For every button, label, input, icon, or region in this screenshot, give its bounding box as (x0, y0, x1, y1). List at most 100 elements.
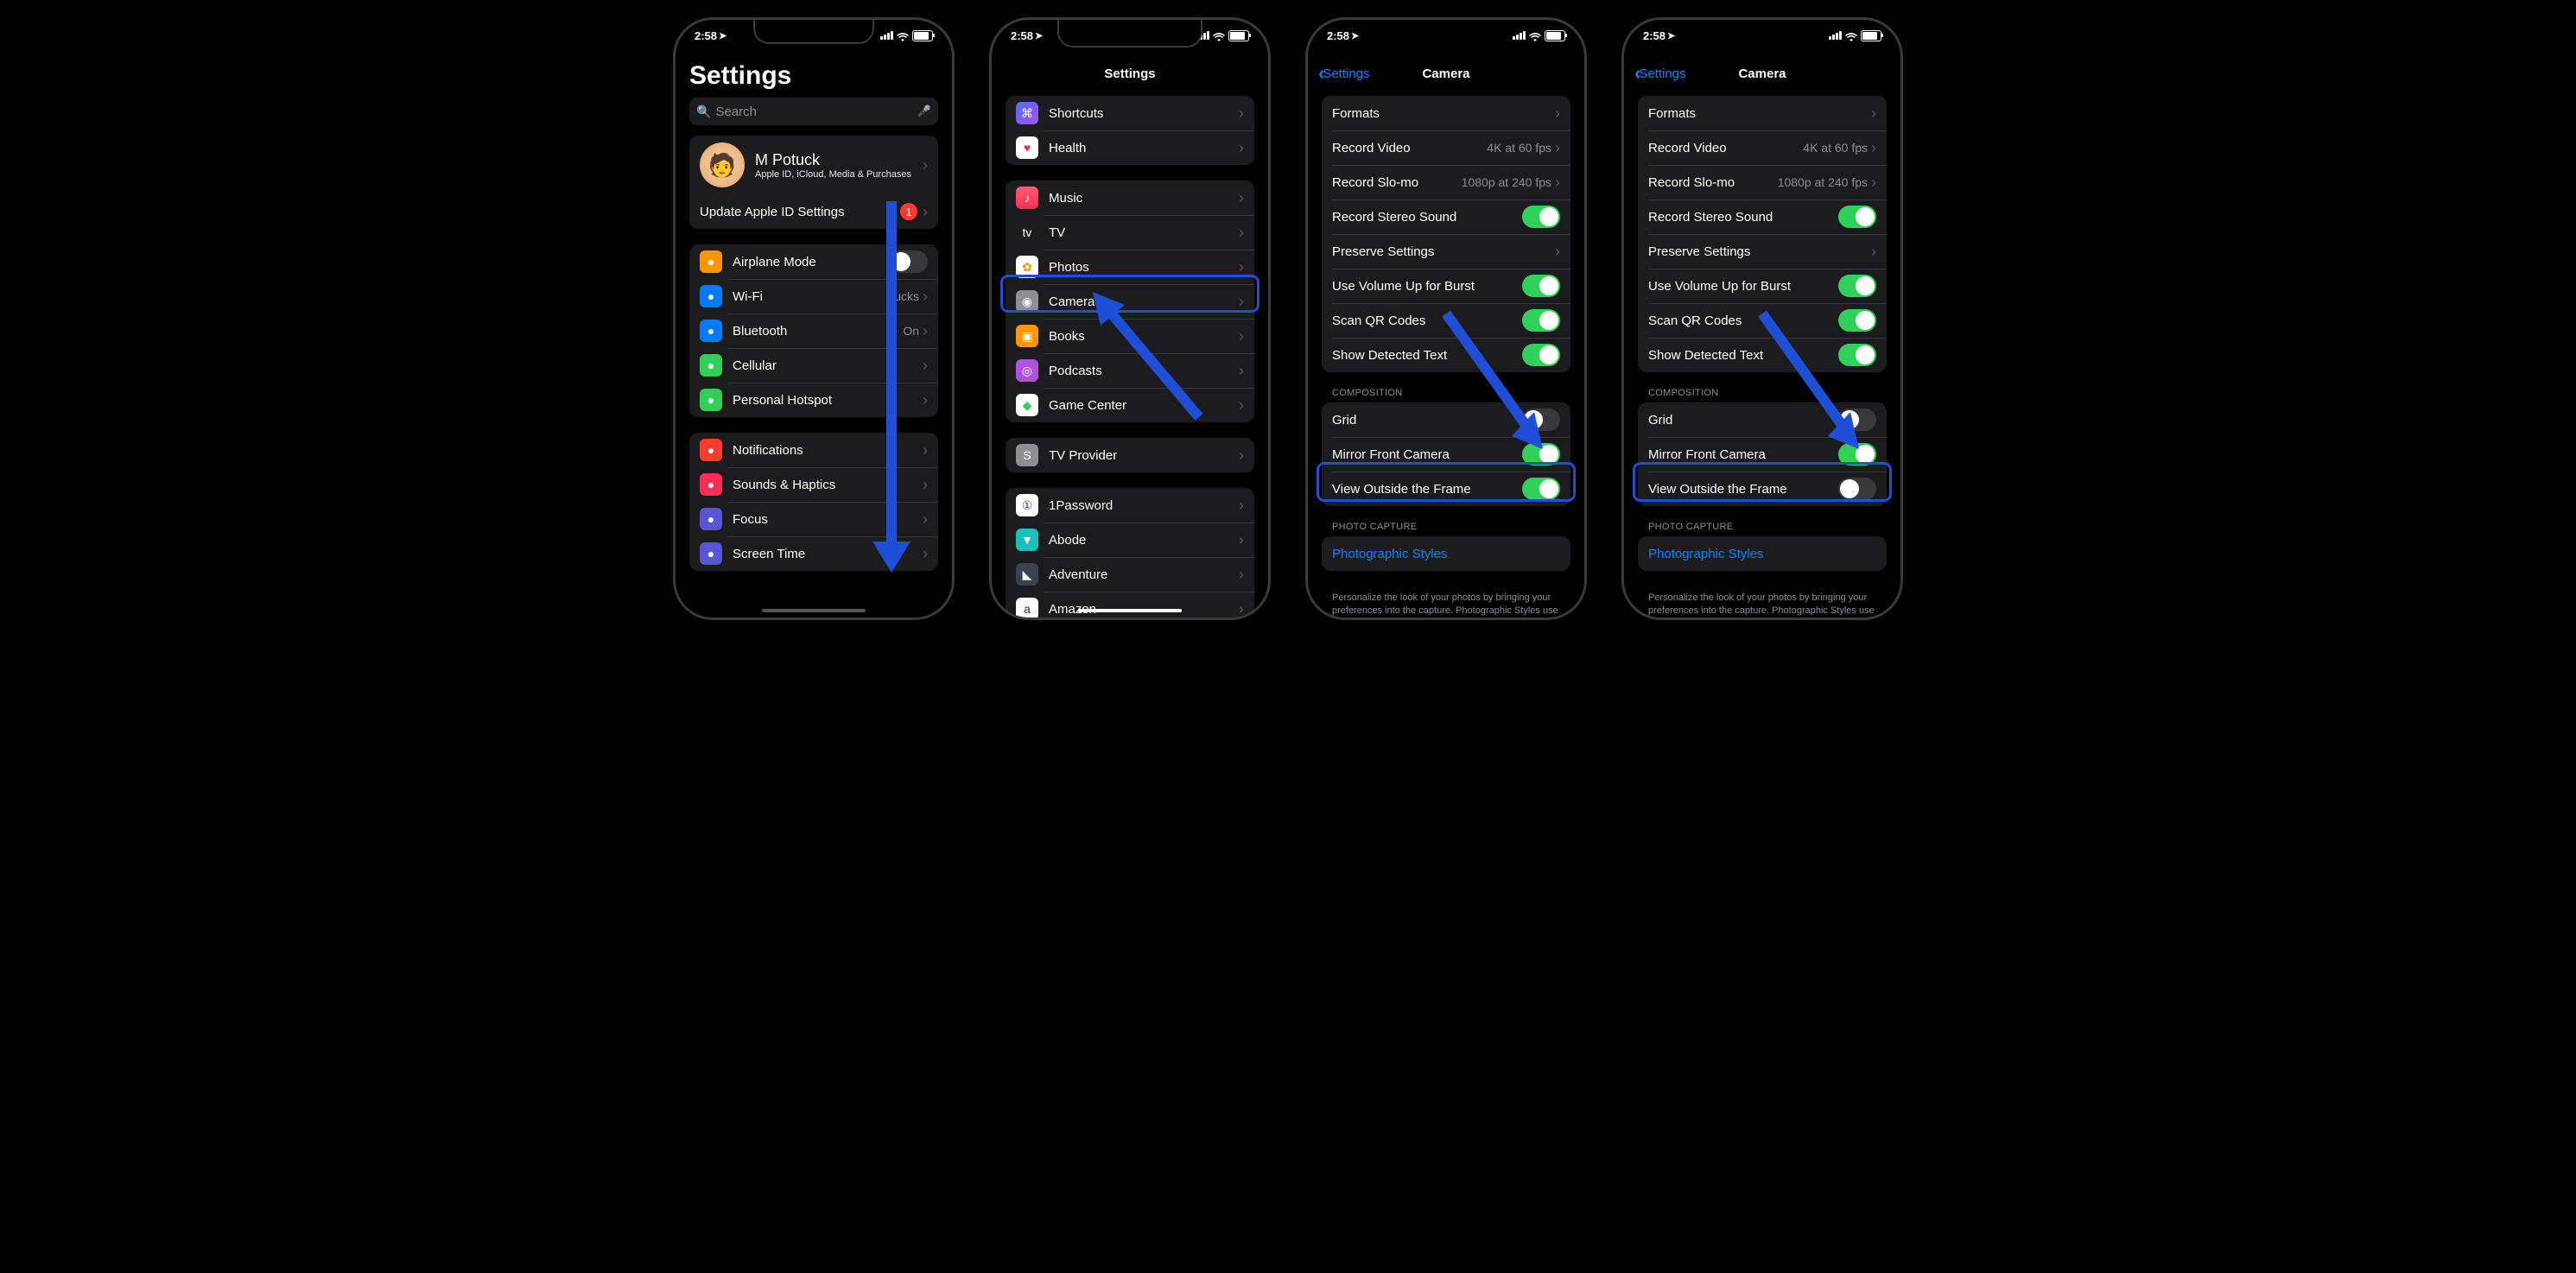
battery-icon (1545, 30, 1565, 41)
row-sounds-haptics[interactable]: ●Sounds & Haptics› (689, 467, 938, 502)
row-mirror-front-camera[interactable]: Mirror Front Camera (1322, 437, 1570, 472)
row-use-volume-up-for-burst[interactable]: Use Volume Up for Burst (1322, 269, 1570, 303)
location-icon: ➤ (1035, 30, 1043, 41)
notch (1057, 18, 1202, 48)
row-show-detected-text[interactable]: Show Detected Text (1638, 338, 1887, 372)
row-health[interactable]: ♥Health› (1006, 130, 1254, 165)
phone-2-settings-list: 2:58➤ Settings ⌘Shortcuts›♥Health› ♪Musi… (989, 17, 1271, 620)
chevron-right-icon: › (1871, 243, 1876, 261)
chevron-right-icon: › (1239, 224, 1244, 242)
row-cellular[interactable]: ●Cellular› (689, 348, 938, 383)
toggle[interactable] (1838, 206, 1876, 228)
row-music[interactable]: ♪Music› (1006, 180, 1254, 215)
row-adventure[interactable]: ◣Adventure› (1006, 557, 1254, 592)
row-scan-qr-codes[interactable]: Scan QR Codes (1322, 303, 1570, 338)
focus-icon: ● (700, 508, 722, 530)
row-personal-hotspot[interactable]: ●Personal Hotspot› (689, 383, 938, 417)
toggle[interactable] (1838, 344, 1876, 366)
row-label: Preserve Settings (1648, 244, 1871, 259)
row-preserve-settings[interactable]: Preserve Settings› (1322, 234, 1570, 269)
apple-id-row[interactable]: 🧑 M PotuckApple ID, iCloud, Media & Purc… (689, 136, 938, 194)
row-record-video[interactable]: Record Video4K at 60 fps› (1322, 130, 1570, 165)
row-record-video[interactable]: Record Video4K at 60 fps› (1638, 130, 1887, 165)
row-record-slo-mo[interactable]: Record Slo-mo1080p at 240 fps› (1638, 165, 1887, 200)
row-tv-provider[interactable]: STV Provider› (1006, 438, 1254, 472)
row-label: Use Volume Up for Burst (1332, 279, 1522, 294)
update-apple-id-row[interactable]: Update Apple ID Settings 1 › (689, 194, 938, 229)
row-use-volume-up-for-burst[interactable]: Use Volume Up for Burst (1638, 269, 1887, 303)
row-label: Mirror Front Camera (1332, 447, 1522, 462)
row-notifications[interactable]: ●Notifications› (689, 433, 938, 467)
toggle[interactable] (890, 250, 928, 273)
row-camera[interactable]: ◉Camera› (1006, 284, 1254, 319)
row-label: Scan QR Codes (1648, 314, 1838, 328)
row-podcasts[interactable]: ◎ Podcasts› (1006, 353, 1254, 388)
battery-icon (1228, 30, 1249, 41)
row-amazon[interactable]: aAmazon› (1006, 592, 1254, 618)
row-wi-fi[interactable]: ●Wi-FiTucks› (689, 279, 938, 314)
toggle[interactable] (1838, 275, 1876, 297)
home-indicator[interactable] (1078, 609, 1182, 612)
row-show-detected-text[interactable]: Show Detected Text (1322, 338, 1570, 372)
row-scan-qr-codes[interactable]: Scan QR Codes (1638, 303, 1887, 338)
toggle[interactable] (1838, 309, 1876, 332)
row-label: Record Stereo Sound (1648, 210, 1838, 225)
location-icon: ➤ (719, 30, 726, 41)
chevron-right-icon: › (1239, 362, 1244, 380)
row-screen-time[interactable]: ●Screen Time› (689, 536, 938, 571)
home-indicator[interactable] (762, 609, 866, 612)
toggle[interactable] (1838, 443, 1876, 466)
row-airplane-mode[interactable]: ●Airplane Mode (689, 244, 938, 279)
row-grid[interactable]: Grid (1322, 402, 1570, 437)
wifi-icon (1213, 31, 1225, 40)
row-view-outside-the-frame[interactable]: View Outside the Frame (1638, 472, 1887, 506)
row-formats[interactable]: Formats› (1322, 96, 1570, 130)
toggle[interactable] (1838, 478, 1876, 500)
section-header: COMPOSITION (1624, 388, 1900, 402)
back-button[interactable]: ‹Settings (1634, 62, 1686, 85)
profile-sub: Apple ID, iCloud, Media & Purchases (755, 169, 923, 180)
row-focus[interactable]: ●Focus› (689, 502, 938, 536)
row-label: Adventure (1049, 567, 1239, 582)
row-game-center[interactable]: ◆Game Center› (1006, 388, 1254, 422)
row-photographic-styles[interactable]: Photographic Styles (1638, 536, 1887, 571)
row-bluetooth[interactable]: ●BluetoothOn› (689, 314, 938, 348)
chevron-right-icon: › (1239, 293, 1244, 311)
row-photos[interactable]: ✿Photos› (1006, 250, 1254, 284)
chevron-right-icon: › (1239, 189, 1244, 207)
toggle[interactable] (1522, 408, 1560, 431)
row-label: Abode (1049, 533, 1239, 548)
row-1password[interactable]: ①1Password› (1006, 488, 1254, 522)
podcasts-icon: ◎ (1016, 359, 1038, 382)
toggle[interactable] (1522, 309, 1560, 332)
row-record-stereo-sound[interactable]: Record Stereo Sound (1638, 200, 1887, 234)
row-label: Podcasts (1049, 364, 1239, 378)
row-label: Formats (1332, 106, 1555, 121)
row-mirror-front-camera[interactable]: Mirror Front Camera (1638, 437, 1887, 472)
row-record-stereo-sound[interactable]: Record Stereo Sound (1322, 200, 1570, 234)
toggle[interactable] (1838, 408, 1876, 431)
row-formats[interactable]: Formats› (1638, 96, 1887, 130)
back-button[interactable]: ‹Settings (1318, 62, 1370, 85)
row-record-slo-mo[interactable]: Record Slo-mo1080p at 240 fps› (1322, 165, 1570, 200)
row-tv[interactable]: tvTV› (1006, 215, 1254, 250)
row-books[interactable]: ▣Books› (1006, 319, 1254, 353)
adventure-icon: ◣ (1016, 563, 1038, 586)
row-photographic-styles[interactable]: Photographic Styles (1322, 536, 1570, 571)
row-grid[interactable]: Grid (1638, 402, 1887, 437)
row-abode[interactable]: ▼Abode› (1006, 522, 1254, 557)
row-preserve-settings[interactable]: Preserve Settings› (1638, 234, 1887, 269)
toggle[interactable] (1522, 478, 1560, 500)
search-input[interactable]: 🔍 Search 🎤 (689, 98, 938, 125)
row-shortcuts[interactable]: ⌘Shortcuts› (1006, 96, 1254, 130)
toggle[interactable] (1522, 344, 1560, 366)
chevron-right-icon: › (923, 156, 928, 174)
chevron-right-icon: › (1239, 104, 1244, 123)
chevron-right-icon: › (923, 476, 928, 494)
nav-title: Camera (1422, 66, 1469, 81)
toggle[interactable] (1522, 443, 1560, 466)
toggle[interactable] (1522, 206, 1560, 228)
row-view-outside-the-frame[interactable]: View Outside the Frame (1322, 472, 1570, 506)
chevron-right-icon: › (1239, 446, 1244, 465)
toggle[interactable] (1522, 275, 1560, 297)
